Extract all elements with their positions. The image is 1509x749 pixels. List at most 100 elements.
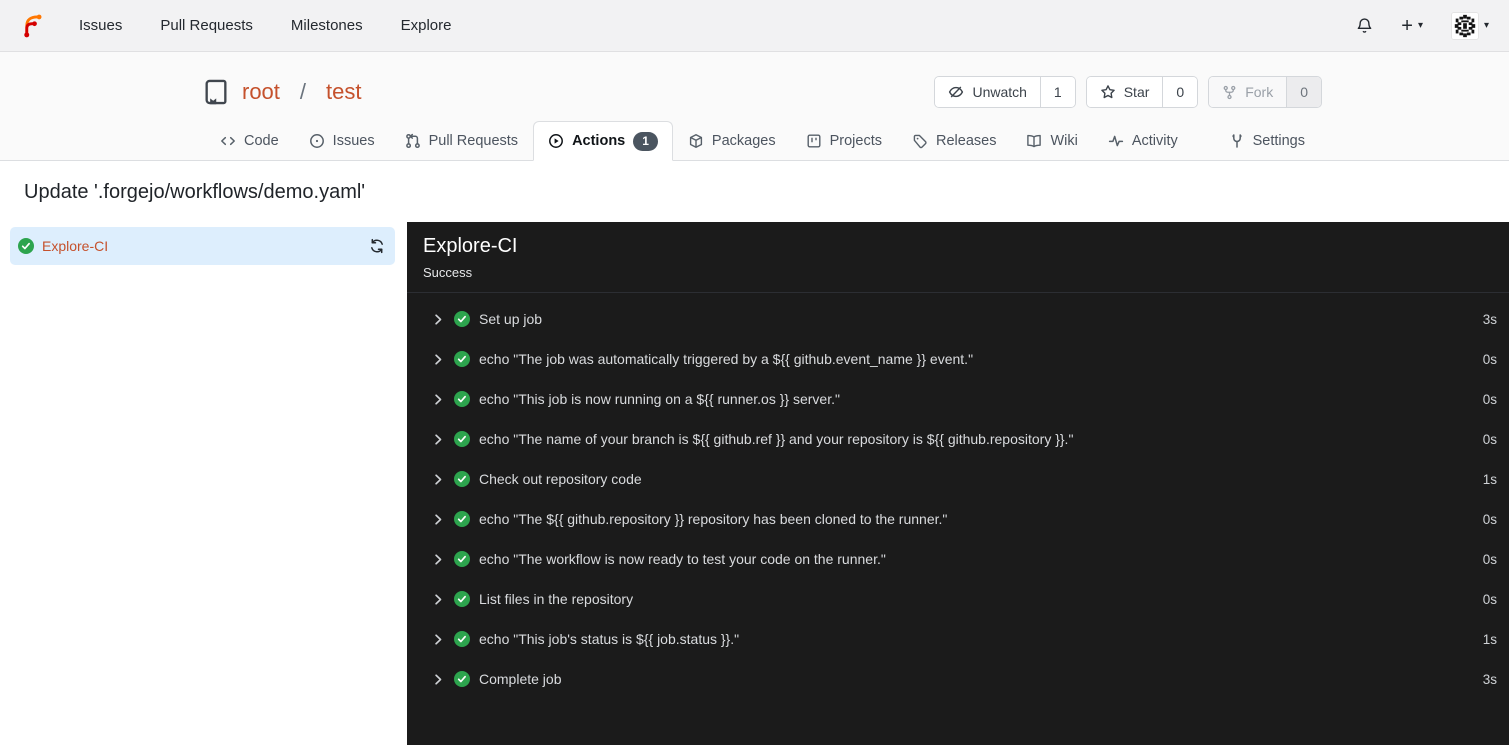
job-step-row[interactable]: echo "The workflow is now ready to test … bbox=[432, 539, 1497, 579]
watch-button-group: Unwatch 1 bbox=[934, 76, 1076, 108]
job-log-panel: Explore-CI Success Set up job 3s echo "T… bbox=[407, 222, 1509, 745]
project-board-icon bbox=[807, 134, 821, 148]
job-step-row[interactable]: echo "This job's status is ${{ job.statu… bbox=[432, 619, 1497, 659]
chevron-right-icon bbox=[435, 513, 442, 525]
navbar-links: Issues Pull Requests Milestones Explore bbox=[79, 17, 451, 34]
plus-icon: + bbox=[1401, 14, 1413, 37]
check-circle-icon bbox=[454, 351, 470, 367]
step-duration: 1s bbox=[1482, 631, 1497, 647]
step-duration: 0s bbox=[1482, 391, 1497, 407]
step-name: Set up job bbox=[479, 311, 543, 327]
repo-tabs: Code Issues Pull Requests Actions 1 Pack… bbox=[0, 121, 1509, 161]
issue-icon bbox=[309, 134, 324, 148]
fork-icon bbox=[1223, 85, 1236, 99]
step-duration: 0s bbox=[1482, 511, 1497, 527]
step-duration: 3s bbox=[1482, 671, 1497, 687]
unwatch-button[interactable]: Unwatch bbox=[935, 77, 1040, 107]
job-name: Explore-CI bbox=[42, 238, 109, 254]
job-step-row[interactable]: echo "The job was automatically triggere… bbox=[432, 339, 1497, 379]
pulse-icon bbox=[1108, 135, 1123, 147]
repo-owner-link[interactable]: root bbox=[242, 79, 280, 105]
job-step-row[interactable]: Check out repository code 1s bbox=[432, 459, 1497, 499]
tab-code[interactable]: Code bbox=[205, 121, 294, 161]
job-panel-header: Explore-CI Success bbox=[407, 222, 1509, 293]
step-duration: 3s bbox=[1482, 311, 1497, 327]
caret-down-icon: ▾ bbox=[1483, 19, 1489, 31]
chevron-right-icon bbox=[435, 353, 442, 365]
job-step-row[interactable]: List files in the repository 0s bbox=[432, 579, 1497, 619]
rerun-job-icon[interactable] bbox=[369, 238, 385, 254]
star-icon bbox=[1100, 85, 1115, 99]
star-button[interactable]: Star bbox=[1086, 77, 1163, 107]
chevron-right-icon bbox=[435, 673, 442, 685]
chevron-right-icon bbox=[435, 633, 442, 645]
chevron-right-icon bbox=[435, 433, 442, 445]
nav-pull-requests[interactable]: Pull Requests bbox=[160, 17, 253, 34]
nav-issues[interactable]: Issues bbox=[79, 17, 122, 34]
check-circle-icon bbox=[454, 551, 470, 567]
jobs-sidebar: Explore-CI bbox=[0, 222, 407, 745]
tab-settings[interactable]: Settings bbox=[1214, 121, 1320, 161]
tab-packages[interactable]: Packages bbox=[673, 121, 791, 161]
user-avatar bbox=[1450, 11, 1479, 40]
step-name: echo "The ${{ github.repository }} repos… bbox=[479, 511, 948, 527]
step-duration: 1s bbox=[1482, 471, 1497, 487]
notifications-bell-icon[interactable] bbox=[1356, 17, 1373, 34]
watchers-count[interactable]: 1 bbox=[1039, 77, 1075, 107]
step-name: echo "This job's status is ${{ job.statu… bbox=[479, 631, 740, 647]
chevron-right-icon bbox=[435, 393, 442, 405]
check-circle-icon bbox=[454, 511, 470, 527]
check-circle-icon bbox=[454, 391, 470, 407]
create-new-dropdown[interactable]: + ▾ bbox=[1401, 16, 1423, 36]
check-circle-icon bbox=[454, 631, 470, 647]
job-item-explore-ci[interactable]: Explore-CI bbox=[10, 227, 395, 265]
chevron-right-icon bbox=[435, 313, 442, 325]
repo-name-link[interactable]: test bbox=[326, 79, 361, 105]
job-steps-list: Set up job 3s echo "The job was automati… bbox=[407, 293, 1509, 699]
play-circle-icon bbox=[549, 134, 564, 148]
forgejo-logo-icon[interactable] bbox=[20, 12, 47, 39]
step-name: echo "This job is now running on a ${{ r… bbox=[479, 391, 840, 407]
check-circle-icon bbox=[454, 311, 470, 327]
step-duration: 0s bbox=[1482, 351, 1497, 367]
job-step-row[interactable]: echo "The ${{ github.repository }} repos… bbox=[432, 499, 1497, 539]
chevron-right-icon bbox=[435, 593, 442, 605]
star-button-group: Star 0 bbox=[1085, 76, 1199, 108]
repo-book-icon bbox=[202, 78, 230, 106]
check-circle-icon bbox=[454, 431, 470, 447]
tab-releases[interactable]: Releases bbox=[897, 121, 1011, 161]
fork-button: Fork bbox=[1209, 77, 1287, 107]
pull-request-icon bbox=[405, 133, 420, 149]
job-step-row[interactable]: echo "The name of your branch is ${{ git… bbox=[432, 419, 1497, 459]
check-circle-icon bbox=[454, 671, 470, 687]
forks-count: 0 bbox=[1286, 77, 1321, 107]
tab-actions[interactable]: Actions 1 bbox=[533, 121, 673, 161]
tab-wiki[interactable]: Wiki bbox=[1011, 121, 1092, 161]
step-name: echo "The workflow is now ready to test … bbox=[479, 551, 886, 567]
user-menu[interactable]: ▾ bbox=[1450, 11, 1489, 40]
chevron-right-icon bbox=[435, 553, 442, 565]
job-step-row[interactable]: Complete job 3s bbox=[432, 659, 1497, 699]
tab-pull-requests[interactable]: Pull Requests bbox=[390, 121, 533, 161]
navbar-right: + ▾ ▾ bbox=[1356, 11, 1489, 40]
top-navbar: Issues Pull Requests Milestones Explore … bbox=[0, 0, 1509, 52]
step-duration: 0s bbox=[1482, 551, 1497, 567]
repo-header: root / test Unwatch 1 Star 0 Fork 0 Code… bbox=[0, 52, 1509, 161]
stars-count[interactable]: 0 bbox=[1162, 77, 1198, 107]
actions-count-badge: 1 bbox=[633, 131, 658, 151]
tag-icon bbox=[913, 134, 927, 149]
tab-activity[interactable]: Activity bbox=[1093, 121, 1193, 161]
workflow-run-title: Update '.forgejo/workflows/demo.yaml' bbox=[24, 181, 366, 203]
nav-explore[interactable]: Explore bbox=[401, 17, 452, 34]
tab-issues[interactable]: Issues bbox=[294, 121, 390, 161]
job-step-row[interactable]: Set up job 3s bbox=[432, 299, 1497, 339]
step-name: Complete job bbox=[479, 671, 562, 687]
tab-projects[interactable]: Projects bbox=[791, 121, 897, 161]
tool-icon bbox=[1231, 134, 1242, 148]
nav-milestones[interactable]: Milestones bbox=[291, 17, 363, 34]
repo-action-buttons: Unwatch 1 Star 0 Fork 0 bbox=[934, 76, 1322, 108]
job-step-row[interactable]: echo "This job is now running on a ${{ r… bbox=[432, 379, 1497, 419]
workflow-run-header: Update '.forgejo/workflows/demo.yaml' bbox=[0, 161, 1509, 206]
repo-separator: / bbox=[299, 79, 307, 104]
step-name: Check out repository code bbox=[479, 471, 642, 487]
